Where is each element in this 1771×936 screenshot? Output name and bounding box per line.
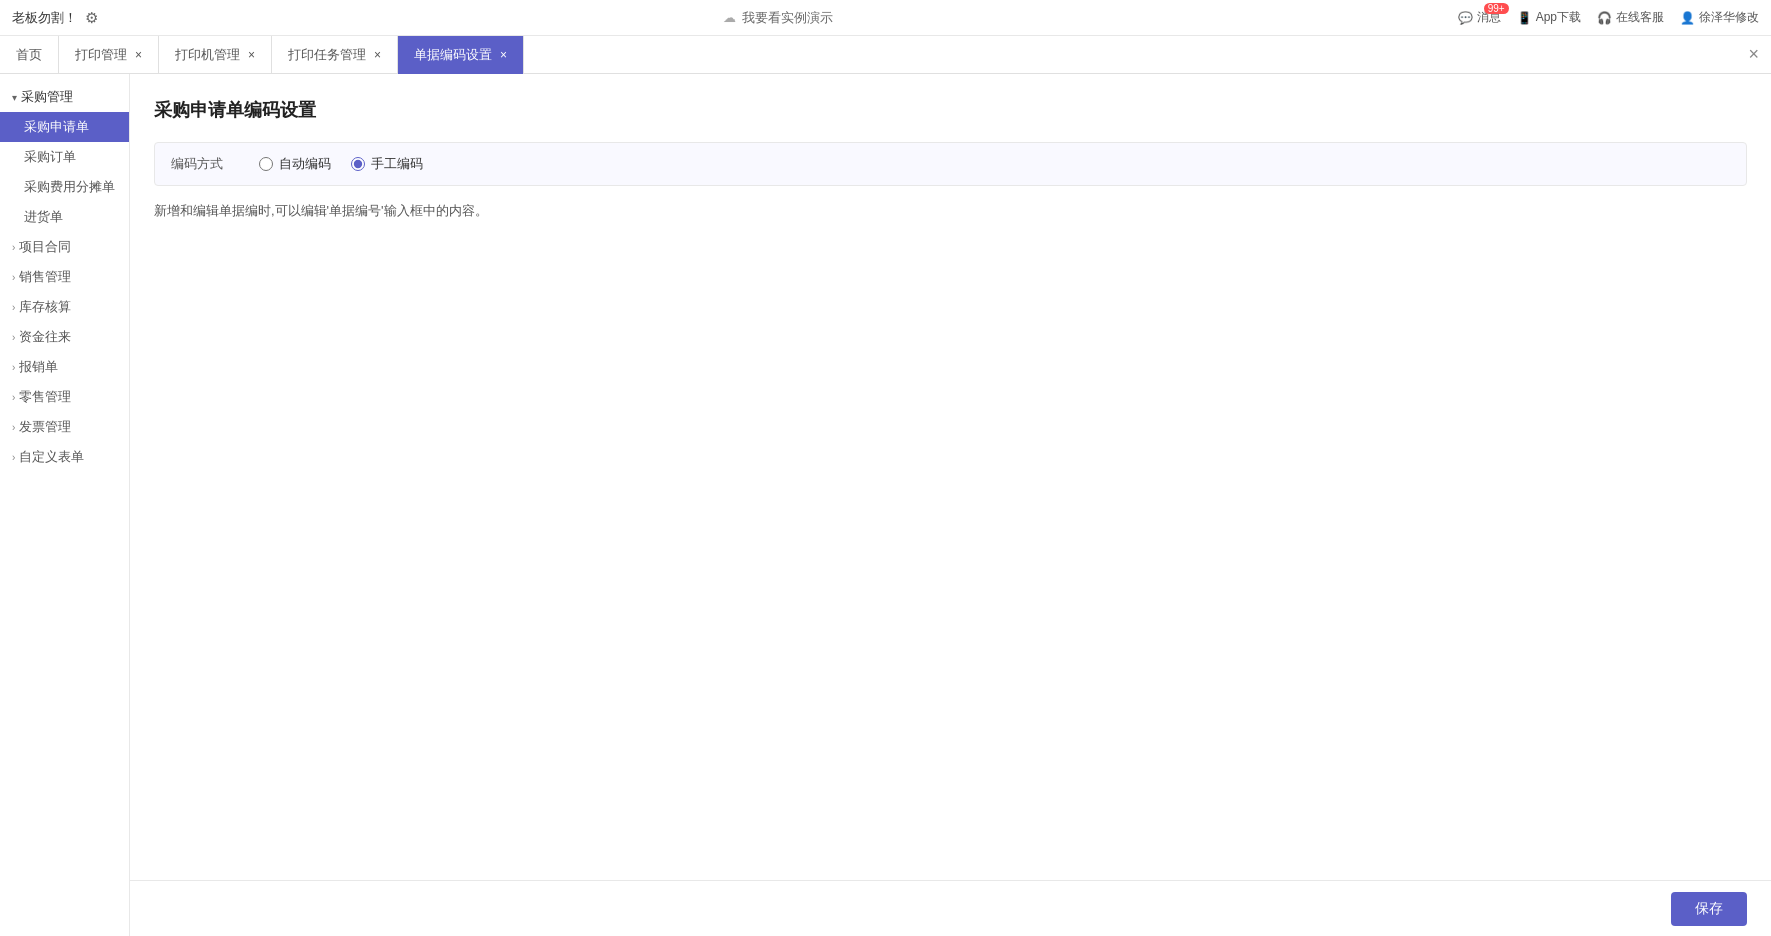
tab-home-label: 首页 bbox=[16, 46, 42, 64]
arrow-right-icon: › bbox=[12, 422, 15, 433]
tab-print-task-close[interactable]: × bbox=[374, 48, 381, 62]
radio-group: 自动编码 手工编码 bbox=[259, 155, 423, 173]
tab-bar: 首页 打印管理 × 打印机管理 × 打印任务管理 × 单据编码设置 × × bbox=[0, 36, 1771, 74]
phone-icon: 📱 bbox=[1517, 11, 1532, 25]
tab-printer-mgmt-label: 打印机管理 bbox=[175, 46, 240, 64]
sidebar-group-custom-forms[interactable]: › 自定义表单 bbox=[0, 442, 129, 472]
radio-manual-label: 手工编码 bbox=[371, 155, 423, 173]
sidebar-item-purchase-receipt[interactable]: 进货单 bbox=[0, 202, 129, 232]
sidebar-group-returns[interactable]: › 报销单 bbox=[0, 352, 129, 382]
top-bar: 老板勿割！ ⚙ ☁ 我要看实例演示 💬 消息 99+ 📱 App下载 🎧 在线客… bbox=[0, 0, 1771, 36]
radio-auto-encode[interactable]: 自动编码 bbox=[259, 155, 331, 173]
sidebar-group-project-contract-label: 项目合同 bbox=[19, 238, 71, 256]
tab-print-mgmt-label: 打印管理 bbox=[75, 46, 127, 64]
message-badge: 99+ bbox=[1484, 3, 1509, 14]
sidebar-group-capital[interactable]: › 资金往来 bbox=[0, 322, 129, 352]
sidebar-group-invoice-mgmt-label: 发票管理 bbox=[19, 418, 71, 436]
radio-manual-encode[interactable]: 手工编码 bbox=[351, 155, 423, 173]
content-area: 采购申请单编码设置 编码方式 自动编码 手工编码 bbox=[130, 74, 1771, 880]
cloud-icon: ☁ bbox=[723, 10, 736, 25]
tab-panel-close-button[interactable]: × bbox=[1736, 44, 1771, 65]
user-icon: 👤 bbox=[1680, 11, 1695, 25]
encoding-label: 编码方式 bbox=[171, 155, 223, 173]
layout: ▾ 采购管理 采购申请单 采购订单 采购费用分摊单 进货单 › 项目合同 › 销… bbox=[0, 74, 1771, 936]
encoding-row: 编码方式 自动编码 手工编码 bbox=[171, 155, 1730, 173]
username-label: 徐泽华修改 bbox=[1699, 9, 1759, 26]
sidebar-item-purchase-request-label: 采购申请单 bbox=[24, 119, 89, 134]
sidebar-group-sales-mgmt-label: 销售管理 bbox=[19, 268, 71, 286]
top-bar-right: 💬 消息 99+ 📱 App下载 🎧 在线客服 👤 徐泽华修改 bbox=[1458, 9, 1759, 26]
radio-manual-input[interactable] bbox=[351, 157, 365, 171]
sidebar-item-purchase-request[interactable]: 采购申请单 bbox=[0, 112, 129, 142]
arrow-right-icon: › bbox=[12, 242, 15, 253]
footer-bar: 保存 bbox=[130, 880, 1771, 936]
arrow-down-icon: ▾ bbox=[12, 92, 17, 103]
sidebar-group-retail-mgmt[interactable]: › 零售管理 bbox=[0, 382, 129, 412]
online-service-label: 在线客服 bbox=[1616, 9, 1664, 26]
app-download-item[interactable]: 📱 App下载 bbox=[1517, 9, 1581, 26]
demo-text: 我要看实例演示 bbox=[742, 9, 833, 27]
sidebar-group-project-contract[interactable]: › 项目合同 bbox=[0, 232, 129, 262]
top-bar-center: ☁ 我要看实例演示 bbox=[723, 9, 833, 27]
arrow-right-icon: › bbox=[12, 302, 15, 313]
online-service-item[interactable]: 🎧 在线客服 bbox=[1597, 9, 1664, 26]
sidebar: ▾ 采购管理 采购申请单 采购订单 采购费用分摊单 进货单 › 项目合同 › 销… bbox=[0, 74, 130, 936]
message-icon: 💬 bbox=[1458, 11, 1473, 25]
sidebar-item-purchase-expense-label: 采购费用分摊单 bbox=[24, 179, 115, 194]
sidebar-group-retail-mgmt-label: 零售管理 bbox=[19, 388, 71, 406]
tab-print-mgmt[interactable]: 打印管理 × bbox=[59, 36, 159, 74]
sidebar-group-returns-label: 报销单 bbox=[19, 358, 58, 376]
arrow-right-icon: › bbox=[12, 452, 15, 463]
sidebar-item-purchase-order-label: 采购订单 bbox=[24, 149, 76, 164]
sidebar-group-sales-mgmt[interactable]: › 销售管理 bbox=[0, 262, 129, 292]
sidebar-item-purchase-expense[interactable]: 采购费用分摊单 bbox=[0, 172, 129, 202]
hint-text: 新增和编辑单据编时,可以编辑'单据编号'输入框中的内容。 bbox=[154, 202, 1747, 220]
tab-single-code-close[interactable]: × bbox=[500, 48, 507, 62]
sidebar-group-purchase-title[interactable]: ▾ 采购管理 bbox=[0, 82, 129, 112]
sidebar-group-inventory[interactable]: › 库存核算 bbox=[0, 292, 129, 322]
tab-print-task-label: 打印任务管理 bbox=[288, 46, 366, 64]
sidebar-group-custom-forms-label: 自定义表单 bbox=[19, 448, 84, 466]
headset-icon: 🎧 bbox=[1597, 11, 1612, 25]
gear-icon: ⚙ bbox=[85, 9, 98, 26]
tab-printer-mgmt[interactable]: 打印机管理 × bbox=[159, 36, 272, 74]
sidebar-item-purchase-receipt-label: 进货单 bbox=[24, 209, 63, 224]
sidebar-group-purchase: ▾ 采购管理 采购申请单 采购订单 采购费用分摊单 进货单 bbox=[0, 82, 129, 232]
message-item[interactable]: 💬 消息 99+ bbox=[1458, 9, 1501, 26]
user-item[interactable]: 👤 徐泽华修改 bbox=[1680, 9, 1759, 26]
app-download-label: App下载 bbox=[1536, 9, 1581, 26]
encoding-section: 编码方式 自动编码 手工编码 bbox=[154, 142, 1747, 186]
sidebar-group-invoice-mgmt[interactable]: › 发票管理 bbox=[0, 412, 129, 442]
radio-auto-input[interactable] bbox=[259, 157, 273, 171]
arrow-right-icon: › bbox=[12, 272, 15, 283]
sidebar-group-capital-label: 资金往来 bbox=[19, 328, 71, 346]
arrow-right-icon: › bbox=[12, 392, 15, 403]
tab-home[interactable]: 首页 bbox=[0, 36, 59, 74]
tab-printer-mgmt-close[interactable]: × bbox=[248, 48, 255, 62]
main-content: 采购申请单编码设置 编码方式 自动编码 手工编码 bbox=[130, 74, 1771, 936]
arrow-right-icon: › bbox=[12, 362, 15, 373]
tab-single-code-label: 单据编码设置 bbox=[414, 46, 492, 64]
tab-print-mgmt-close[interactable]: × bbox=[135, 48, 142, 62]
radio-auto-label: 自动编码 bbox=[279, 155, 331, 173]
page-title: 采购申请单编码设置 bbox=[154, 98, 1747, 122]
tab-print-task[interactable]: 打印任务管理 × bbox=[272, 36, 398, 74]
sidebar-item-purchase-order[interactable]: 采购订单 bbox=[0, 142, 129, 172]
save-button[interactable]: 保存 bbox=[1671, 892, 1747, 926]
settings-button[interactable]: ⚙ bbox=[85, 9, 98, 27]
sidebar-group-purchase-label: 采购管理 bbox=[21, 88, 73, 106]
top-bar-left: 老板勿割！ ⚙ bbox=[12, 9, 98, 27]
arrow-right-icon: › bbox=[12, 332, 15, 343]
tab-single-code[interactable]: 单据编码设置 × bbox=[398, 36, 524, 74]
logo-text: 老板勿割！ bbox=[12, 9, 77, 27]
sidebar-group-inventory-label: 库存核算 bbox=[19, 298, 71, 316]
